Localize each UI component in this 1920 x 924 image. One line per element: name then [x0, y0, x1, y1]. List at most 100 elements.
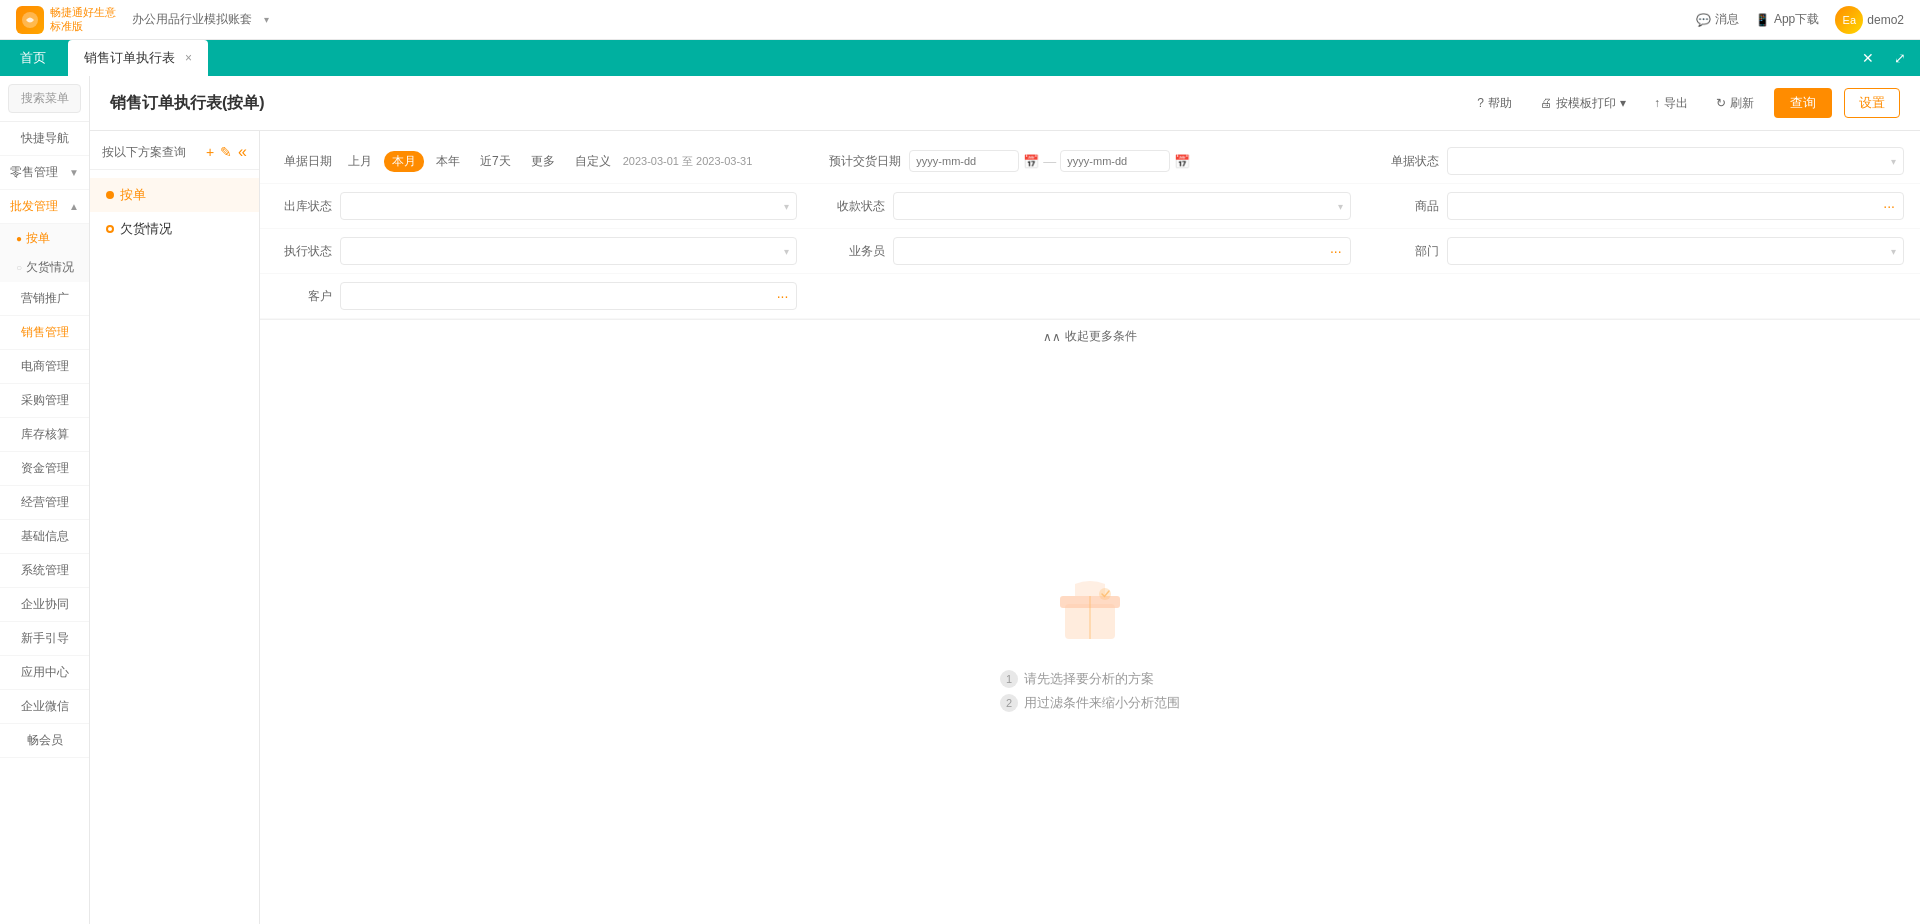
inner-content: 单据日期 上月 本月 本年 近7天 更多 自定义 2023-03-01 至 20…	[260, 131, 1920, 924]
status-label: 单据状态	[1383, 153, 1439, 170]
tab-bar: 首页 销售订单执行表 × ✕ ⤢	[0, 40, 1920, 76]
sidebar-item-app-center[interactable]: 应用中心	[0, 656, 89, 690]
sidebar-item-operation[interactable]: 经营管理	[0, 486, 89, 520]
tab-expand-icon[interactable]: ⤢	[1888, 48, 1912, 68]
scheme-item-shortage[interactable]: 欠货情况	[90, 212, 259, 246]
out-status-label: 出库状态	[276, 198, 332, 215]
export-button[interactable]: ↑ 导出	[1646, 91, 1696, 116]
dept-label: 部门	[1383, 243, 1439, 260]
retail-arrow-icon: ▼	[69, 167, 79, 178]
query-button[interactable]: 查询	[1774, 88, 1832, 118]
dept-select[interactable]	[1447, 237, 1904, 265]
collect-status-select[interactable]	[893, 192, 1350, 220]
tab-sales-order[interactable]: 销售订单执行表 ×	[68, 40, 208, 76]
sidebar-item-basic-info[interactable]: 基础信息	[0, 520, 89, 554]
print-button[interactable]: 🖨 按模板打印 ▾	[1532, 91, 1634, 116]
collapse-more-button[interactable]: ∧∧ 收起更多条件	[1043, 328, 1137, 345]
search-menu-button[interactable]: 搜索菜单	[8, 84, 81, 113]
sub-item-dot2-icon: ○	[16, 262, 22, 273]
avatar: Ea	[1835, 6, 1863, 34]
download-icon: 📱	[1755, 13, 1770, 27]
sidebar-item-weixin[interactable]: 企业微信	[0, 690, 89, 724]
app-download-button[interactable]: 📱 App下载	[1755, 11, 1819, 28]
sidebar-item-sales[interactable]: 销售管理	[0, 316, 89, 350]
empty-tips: 1 请先选择要分析的方案 2 用过滤条件来缩小分析范围	[1000, 670, 1180, 712]
exec-status-select[interactable]	[340, 237, 797, 265]
out-status-wrap: ▾	[340, 192, 797, 220]
sidebar-item-member[interactable]: 畅会员	[0, 724, 89, 758]
industry-dropdown-icon[interactable]: ▾	[264, 14, 269, 25]
sidebar-item-quick-nav[interactable]: 快捷导航	[0, 122, 89, 156]
calendar-start-icon[interactable]: 📅	[1023, 154, 1039, 169]
filter-cell-empty-1	[813, 274, 1366, 318]
date-tab-7days[interactable]: 近7天	[472, 151, 519, 172]
filter-cell-empty-2	[1367, 274, 1920, 318]
date-tab-thisyear[interactable]: 本年	[428, 151, 468, 172]
sidebar-item-wholesale[interactable]: 批发管理 ▲	[0, 190, 89, 224]
logo-text: 畅捷通好生意 标准版	[50, 6, 116, 32]
scheme-item-orders[interactable]: 按单	[90, 178, 259, 212]
sidebar-item-ecommerce[interactable]: 电商管理	[0, 350, 89, 384]
out-status-select[interactable]	[340, 192, 797, 220]
message-icon: 💬	[1696, 13, 1711, 27]
status-select-wrap: ▾	[1447, 147, 1904, 175]
print-dropdown-icon: ▾	[1620, 96, 1626, 110]
header-left: 畅捷通好生意 标准版 办公用品行业模拟账套 ▾	[16, 6, 269, 34]
sidebar-item-enterprise[interactable]: 企业协同	[0, 588, 89, 622]
scheme-add-button[interactable]: +	[206, 144, 214, 160]
date-label: 单据日期	[276, 153, 332, 170]
date-range-display: 2023-03-01 至 2023-03-31	[623, 154, 753, 169]
logo-icon	[16, 6, 44, 34]
date-tab-thismonth[interactable]: 本月	[384, 151, 424, 172]
industry-label: 办公用品行业模拟账套	[132, 11, 252, 28]
tab-home[interactable]: 首页	[0, 40, 66, 76]
sidebar-item-inventory[interactable]: 库存核算	[0, 418, 89, 452]
user-menu[interactable]: Ea demo2	[1835, 6, 1904, 34]
sidebar-item-finance[interactable]: 资金管理	[0, 452, 89, 486]
logo-area[interactable]: 畅捷通好生意 标准版	[16, 6, 116, 34]
export-icon: ↑	[1654, 96, 1660, 110]
sidebar-item-marketing[interactable]: 营销推广	[0, 282, 89, 316]
scheme-edit-button[interactable]: ✎	[220, 144, 232, 160]
sidebar-item-purchase[interactable]: 采购管理	[0, 384, 89, 418]
page-header: 销售订单执行表(按单) ? 帮助 🖨 按模板打印 ▾ ↑ 导出 ↻ 刷新	[90, 76, 1920, 131]
filter-cell-out-status: 出库状态 ▾	[260, 184, 813, 228]
expected-date-start-input[interactable]	[909, 150, 1019, 172]
refresh-button[interactable]: ↻ 刷新	[1708, 91, 1762, 116]
filter-cell-date: 单据日期 上月 本月 本年 近7天 更多 自定义 2023-03-01 至 20…	[260, 139, 813, 183]
sub-item-dot-icon: ●	[16, 233, 22, 244]
collapse-more-caret-icon: ∧∧	[1043, 330, 1061, 344]
date-tab-custom[interactable]: 自定义	[567, 151, 619, 172]
status-select[interactable]	[1447, 147, 1904, 175]
salesman-label: 业务员	[829, 243, 885, 260]
sidebar-item-system[interactable]: 系统管理	[0, 554, 89, 588]
calendar-end-icon[interactable]: 📅	[1174, 154, 1190, 169]
scheme-collapse-button[interactable]: «	[238, 143, 247, 161]
message-button[interactable]: 💬 消息	[1696, 11, 1739, 28]
filter-row-1: 单据日期 上月 本月 本年 近7天 更多 自定义 2023-03-01 至 20…	[260, 139, 1920, 184]
tab-close-icon[interactable]: ×	[185, 51, 192, 65]
goods-ellipsis-icon[interactable]: ···	[1883, 198, 1895, 214]
tip-2-num: 2	[1000, 694, 1018, 712]
date-tab-more[interactable]: 更多	[523, 151, 563, 172]
svg-point-4	[1099, 588, 1111, 600]
customer-ellipsis-icon[interactable]: ···	[777, 288, 789, 304]
help-button[interactable]: ? 帮助	[1469, 91, 1520, 116]
salesman-ellipsis-icon[interactable]: ···	[1330, 243, 1342, 259]
filter-content-wrap: 按以下方案查询 + ✎ « 按单 欠货情况	[90, 131, 1920, 924]
goods-label: 商品	[1383, 198, 1439, 215]
sidebar-subitem-shortage[interactable]: ○ 欠货情况	[0, 253, 89, 282]
scheme-dot-inactive	[106, 225, 114, 233]
filter-cell-goods: 商品 ···	[1367, 184, 1920, 228]
expected-date-end-input[interactable]	[1060, 150, 1170, 172]
goods-input[interactable]: ···	[1447, 192, 1904, 220]
sidebar-item-guide[interactable]: 新手引导	[0, 622, 89, 656]
date-tab-lastmonth[interactable]: 上月	[340, 151, 380, 172]
filter-row-4: 客户 ···	[260, 274, 1920, 319]
settings-button[interactable]: 设置	[1844, 88, 1900, 118]
sidebar-item-retail[interactable]: 零售管理 ▼	[0, 156, 89, 190]
tab-close-all-icon[interactable]: ✕	[1856, 48, 1880, 68]
sidebar-subitem-orders[interactable]: ● 按单	[0, 224, 89, 253]
customer-input[interactable]: ···	[340, 282, 797, 310]
salesman-input[interactable]: ···	[893, 237, 1350, 265]
